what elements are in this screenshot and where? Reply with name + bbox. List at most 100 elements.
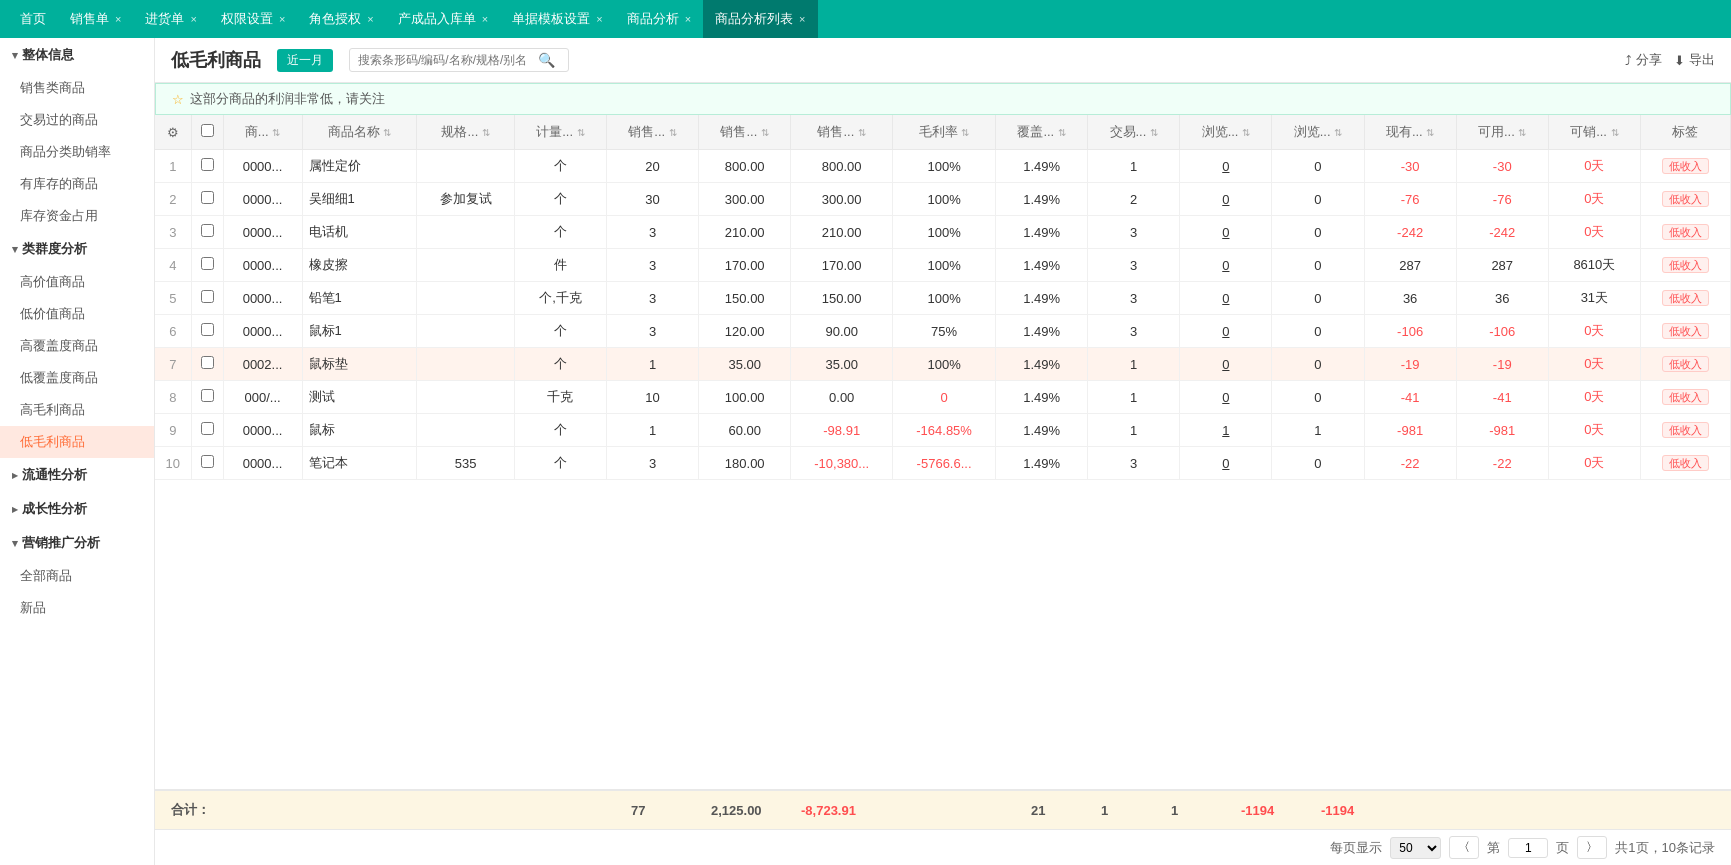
sidebar-item-low-coverage[interactable]: 低覆盖度商品 <box>0 362 154 394</box>
row-checkbox-6[interactable] <box>191 348 223 381</box>
search-input[interactable] <box>358 53 538 67</box>
nav-item-product-analysis[interactable]: 商品分析 × <box>615 0 703 38</box>
page-input[interactable] <box>1508 838 1548 858</box>
data-table: ⚙ 商... ⇅ 商品名称 ⇅ 规格... ⇅ 计量... ⇅ 销售... ⇅ … <box>155 115 1731 480</box>
nav-item-analysis-list[interactable]: 商品分析列表 × <box>703 0 817 38</box>
row-checkbox-7[interactable] <box>191 381 223 414</box>
row-browse1-8[interactable]: 1 <box>1180 414 1272 447</box>
select-all-checkbox[interactable] <box>201 124 214 137</box>
row-sales-price-0: 800.00 <box>699 150 791 183</box>
row-browse1-9[interactable]: 0 <box>1180 447 1272 480</box>
row-sales-profit-1: 300.00 <box>791 183 893 216</box>
sidebar-item-high-margin[interactable]: 高毛利商品 <box>0 394 154 426</box>
row-available-8: -981 <box>1456 414 1548 447</box>
row-browse1-1[interactable]: 0 <box>1180 183 1272 216</box>
close-analysis-icon[interactable]: × <box>685 13 691 25</box>
row-available-9: -22 <box>1456 447 1548 480</box>
sidebar-item-stock-goods[interactable]: 有库存的商品 <box>0 168 154 200</box>
nav-item-product-in[interactable]: 产成品入库单 × <box>386 0 500 38</box>
row-tag-0: 低收入 <box>1640 150 1730 183</box>
row-checkbox-5[interactable] <box>191 315 223 348</box>
close-purchase-icon[interactable]: × <box>190 13 196 25</box>
row-browse1-5[interactable]: 0 <box>1180 315 1272 348</box>
sidebar-item-category-rate[interactable]: 商品分类助销率 <box>0 136 154 168</box>
sidebar-group-growth[interactable]: ▸ 成长性分析 <box>0 492 154 526</box>
row-spec-1: 参加复试 <box>417 183 514 216</box>
col-browse1: 浏览... ⇅ <box>1180 115 1272 150</box>
sidebar-item-stock-capital[interactable]: 库存资金占用 <box>0 200 154 232</box>
row-browse1-3[interactable]: 0 <box>1180 249 1272 282</box>
row-browse1-0[interactable]: 0 <box>1180 150 1272 183</box>
row-checkbox-3[interactable] <box>191 249 223 282</box>
row-checkbox-0[interactable] <box>191 150 223 183</box>
table-row: 8 000/... 测试 千克 10 100.00 0.00 0 1.49% 1… <box>155 381 1731 414</box>
close-analysis-list-icon[interactable]: × <box>799 13 805 25</box>
row-sales-price-3: 170.00 <box>699 249 791 282</box>
close-permission-icon[interactable]: × <box>279 13 285 25</box>
row-browse1-6[interactable]: 0 <box>1180 348 1272 381</box>
table-row: 9 0000... 鼠标 个 1 60.00 -98.91 -164.85% 1… <box>155 414 1731 447</box>
per-page-select[interactable]: 50 100 200 <box>1390 837 1441 859</box>
col-sellable: 可销... ⇅ <box>1548 115 1640 150</box>
sidebar-item-low-margin[interactable]: 低毛利商品 <box>0 426 154 458</box>
row-current-stock-7: -41 <box>1364 381 1456 414</box>
sidebar-item-traded-goods[interactable]: 交易过的商品 <box>0 104 154 136</box>
nav-item-template[interactable]: 单据模板设置 × <box>500 0 614 38</box>
row-current-stock-1: -76 <box>1364 183 1456 216</box>
row-unit-3: 件 <box>514 249 606 282</box>
export-button[interactable]: ⬇ 导出 <box>1674 51 1715 69</box>
prev-page-button[interactable]: 〈 <box>1449 836 1479 859</box>
nav-item-purchase[interactable]: 进货单 × <box>133 0 208 38</box>
nav-item-home[interactable]: 首页 <box>8 0 58 38</box>
next-page-button[interactable]: 〉 <box>1577 836 1607 859</box>
sidebar-group-marketing[interactable]: ▾ 营销推广分析 <box>0 526 154 560</box>
row-unit-6: 个 <box>514 348 606 381</box>
row-checkbox-8[interactable] <box>191 414 223 447</box>
sidebar-item-low-value[interactable]: 低价值商品 <box>0 298 154 330</box>
row-gross-margin-3: 100% <box>893 249 996 282</box>
page-title: 低毛利商品 <box>171 48 261 72</box>
main-layout: ▾ 整体信息 销售类商品 交易过的商品 商品分类助销率 有库存的商品 库存资金占… <box>0 38 1731 865</box>
col-unit: 计量... ⇅ <box>514 115 606 150</box>
row-browse1-7[interactable]: 0 <box>1180 381 1272 414</box>
row-tag-2: 低收入 <box>1640 216 1730 249</box>
sidebar-item-all-products[interactable]: 全部商品 <box>0 560 154 592</box>
row-browse2-7: 0 <box>1272 381 1364 414</box>
sidebar-item-sales-goods[interactable]: 销售类商品 <box>0 72 154 104</box>
col-transaction: 交易... ⇅ <box>1088 115 1180 150</box>
row-checkbox-4[interactable] <box>191 282 223 315</box>
nav-item-permission[interactable]: 权限设置 × <box>209 0 297 38</box>
row-browse1-2[interactable]: 0 <box>1180 216 1272 249</box>
row-sales-profit-5: 90.00 <box>791 315 893 348</box>
col-settings[interactable]: ⚙ <box>155 115 191 150</box>
search-box: 🔍 <box>349 48 569 72</box>
row-sellable-7: 0天 <box>1548 381 1640 414</box>
row-checkbox-2[interactable] <box>191 216 223 249</box>
row-browse1-4[interactable]: 0 <box>1180 282 1272 315</box>
sidebar-group-flow[interactable]: ▸ 流通性分析 <box>0 458 154 492</box>
row-code-0: 0000... <box>223 150 302 183</box>
share-button[interactable]: ⤴ 分享 <box>1625 51 1662 69</box>
search-icon[interactable]: 🔍 <box>538 52 555 68</box>
col-sales-price: 销售... ⇅ <box>699 115 791 150</box>
row-checkbox-9[interactable] <box>191 447 223 480</box>
close-template-icon[interactable]: × <box>596 13 602 25</box>
sidebar-group-overall[interactable]: ▾ 整体信息 <box>0 38 154 72</box>
sidebar-item-high-coverage[interactable]: 高覆盖度商品 <box>0 330 154 362</box>
row-checkbox-1[interactable] <box>191 183 223 216</box>
close-role-icon[interactable]: × <box>367 13 373 25</box>
sidebar-item-new-products[interactable]: 新品 <box>0 592 154 624</box>
row-coverage-0: 1.49% <box>996 150 1088 183</box>
nav-item-role[interactable]: 角色授权 × <box>297 0 385 38</box>
close-sales-icon[interactable]: × <box>115 13 121 25</box>
close-productin-icon[interactable]: × <box>482 13 488 25</box>
row-unit-2: 个 <box>514 216 606 249</box>
row-available-5: -106 <box>1456 315 1548 348</box>
nav-item-sales[interactable]: 销售单 × <box>58 0 133 38</box>
sidebar-item-high-value[interactable]: 高价值商品 <box>0 266 154 298</box>
date-filter-button[interactable]: 近一月 <box>277 49 333 72</box>
row-name-1: 吴细细1 <box>302 183 417 216</box>
row-settings-4: 5 <box>155 282 191 315</box>
sidebar-group-cluster[interactable]: ▾ 类群度分析 <box>0 232 154 266</box>
row-spec-6 <box>417 348 514 381</box>
